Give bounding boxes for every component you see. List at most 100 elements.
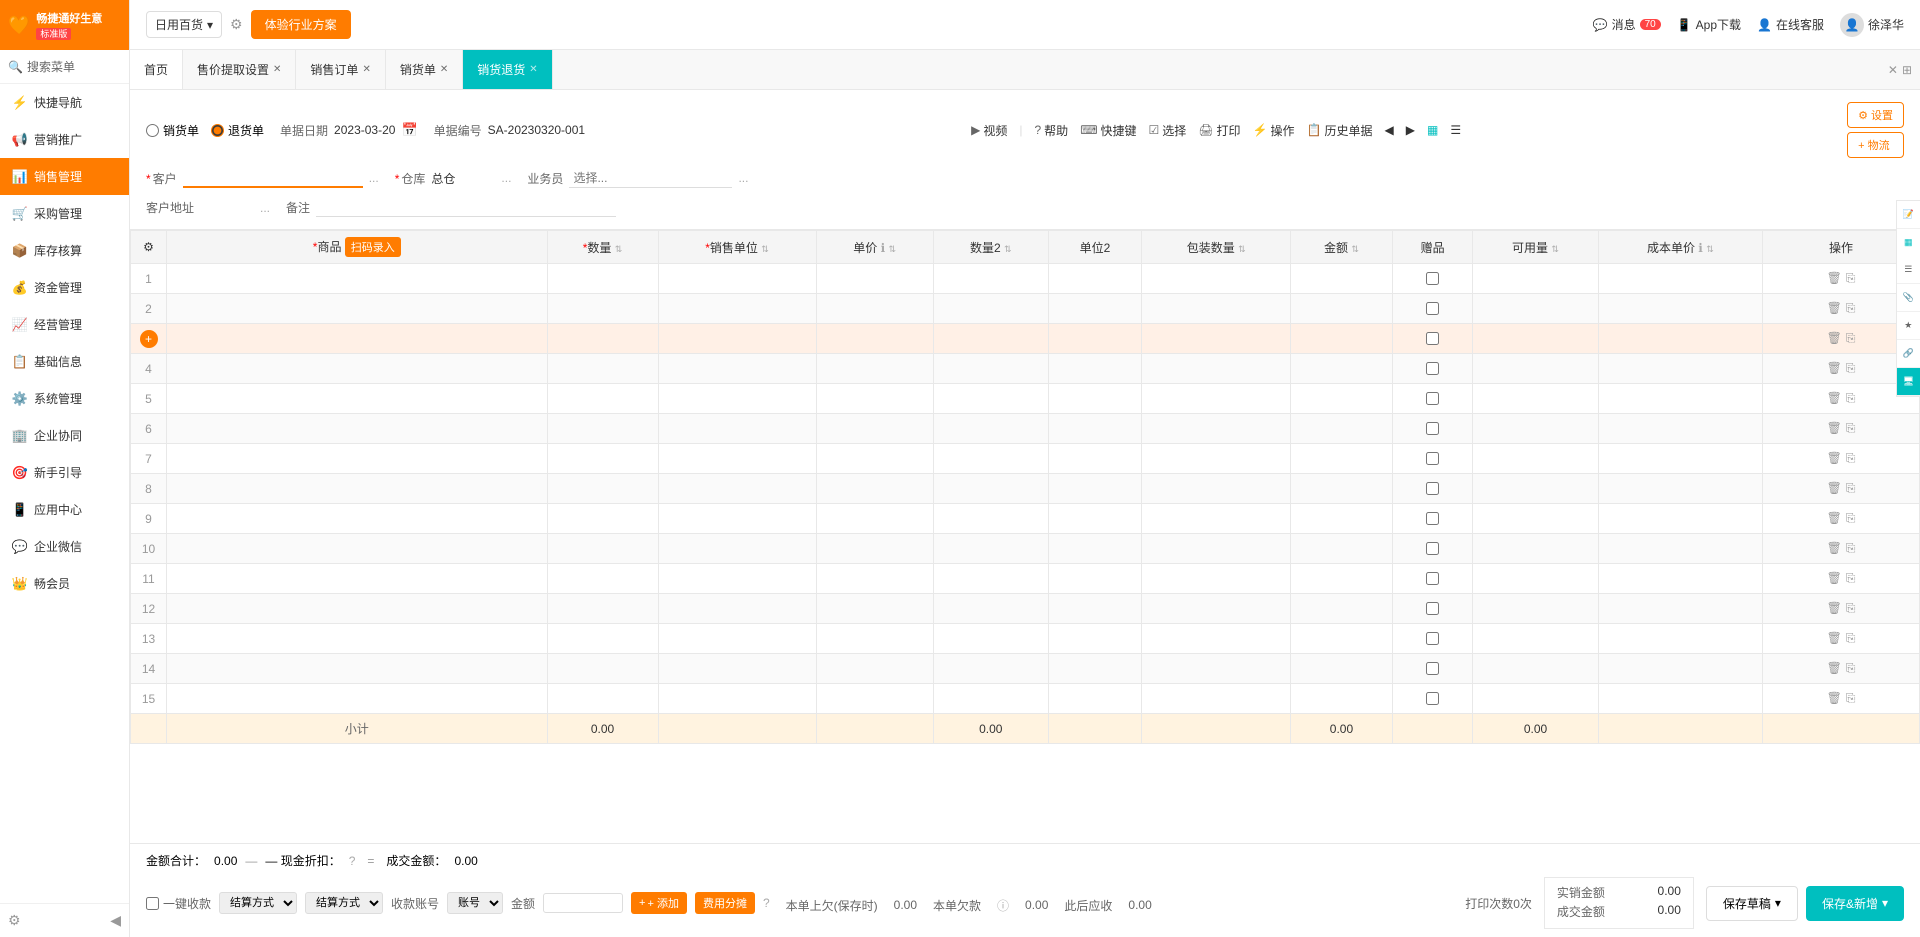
qty-cell-1[interactable] bbox=[547, 264, 658, 294]
sidebar-search[interactable]: 🔍 搜索菜单 bbox=[0, 50, 129, 84]
gift-cell-new[interactable] bbox=[1392, 324, 1472, 354]
delete-row-9-icon[interactable]: 🗑 bbox=[1827, 511, 1842, 526]
add-payment-btn[interactable]: + + 添加 bbox=[631, 892, 687, 914]
product-cell-new[interactable] bbox=[167, 324, 548, 354]
app-download-btn[interactable]: 📱 App下载 bbox=[1677, 16, 1741, 33]
logistics-btn[interactable]: + 物流 bbox=[1847, 132, 1904, 158]
customer-more-icon[interactable]: ... bbox=[369, 171, 379, 185]
topbar-gear-icon[interactable]: ⚙ bbox=[230, 16, 243, 33]
qty2-cell-new[interactable] bbox=[933, 324, 1048, 354]
unit-cell-2[interactable] bbox=[658, 294, 816, 324]
product-cell-1[interactable] bbox=[167, 264, 548, 294]
return-radio[interactable]: 退货单 bbox=[211, 122, 264, 139]
copy-row-10-icon[interactable]: ⎘ bbox=[1846, 541, 1856, 556]
add-row-icon[interactable]: + bbox=[140, 330, 158, 348]
cost-cell-2[interactable] bbox=[1598, 294, 1762, 324]
settings-bottom-icon[interactable]: ⚙ bbox=[8, 912, 21, 929]
save-new-btn[interactable]: 保存&新增 ▾ bbox=[1806, 886, 1904, 921]
toolbar-select[interactable]: ☑ 选择 bbox=[1149, 122, 1187, 139]
close-all-tabs-icon[interactable]: ✕ bbox=[1888, 63, 1898, 77]
gift-cell-1[interactable] bbox=[1392, 264, 1472, 294]
pkg-cell-1[interactable] bbox=[1142, 264, 1291, 294]
save-draft-btn[interactable]: 保存草稿 ▾ bbox=[1706, 886, 1798, 921]
copy-row-5-icon[interactable]: ⎘ bbox=[1846, 391, 1856, 406]
tab-sale-price[interactable]: 售价提取设置 ✕ bbox=[183, 50, 296, 89]
delete-row-15-icon[interactable]: 🗑 bbox=[1827, 691, 1842, 706]
price-cell-1[interactable] bbox=[816, 264, 933, 294]
product-cell-2[interactable] bbox=[167, 294, 548, 324]
tab-close-sale-return[interactable]: ✕ bbox=[529, 64, 537, 75]
copy-row-12-icon[interactable]: ⎘ bbox=[1846, 601, 1856, 616]
right-icon-table[interactable]: ▦ bbox=[1897, 229, 1920, 256]
toolbar-list-view[interactable]: ☰ bbox=[1450, 123, 1461, 137]
right-icon-link[interactable]: 🔗 bbox=[1897, 340, 1920, 368]
sidebar-item-operation[interactable]: 📈 经营管理 bbox=[0, 306, 129, 343]
qty-cell-2[interactable] bbox=[547, 294, 658, 324]
tab-sale-delivery[interactable]: 销货单 ✕ bbox=[386, 50, 463, 89]
delete-row-12-icon[interactable]: 🗑 bbox=[1827, 601, 1842, 616]
calendar-icon[interactable]: 📅 bbox=[401, 122, 417, 138]
col-settings-icon[interactable]: ⚙ bbox=[143, 240, 154, 254]
pkg-cell-2[interactable] bbox=[1142, 294, 1291, 324]
toolbar-video[interactable]: ▶ 视频 bbox=[971, 122, 1007, 139]
right-icon-list[interactable]: ☰ bbox=[1897, 256, 1920, 284]
delete-row-8-icon[interactable]: 🗑 bbox=[1827, 481, 1842, 496]
tab-close-sale-delivery[interactable]: ✕ bbox=[440, 64, 448, 75]
message-btn[interactable]: 💬 消息 70 bbox=[1593, 16, 1661, 33]
sidebar-item-basic[interactable]: 📋 基础信息 bbox=[0, 343, 129, 380]
delete-row-4-icon[interactable]: 🗑 bbox=[1827, 361, 1842, 376]
sidebar-item-sales[interactable]: 📊 销售管理 bbox=[0, 158, 129, 195]
amount-cell-2[interactable] bbox=[1291, 294, 1393, 324]
copy-row-6-icon[interactable]: ⎘ bbox=[1846, 421, 1856, 436]
qty-cell-new[interactable] bbox=[547, 324, 658, 354]
toolbar-nav-prev[interactable]: ◀ bbox=[1385, 123, 1394, 137]
expand-tabs-icon[interactable]: ⊞ bbox=[1902, 63, 1912, 77]
sidebar-item-finance[interactable]: 💰 资金管理 bbox=[0, 269, 129, 306]
pkg-cell-new[interactable] bbox=[1142, 324, 1291, 354]
copy-row-11-icon[interactable]: ⎘ bbox=[1846, 571, 1856, 586]
sidebar-item-appstore[interactable]: 📱 应用中心 bbox=[0, 491, 129, 528]
toolbar-history[interactable]: 📋 历史单据 bbox=[1307, 122, 1373, 139]
row-add-btn[interactable]: + bbox=[131, 324, 167, 354]
unit2-cell-2[interactable] bbox=[1048, 294, 1142, 324]
user-menu[interactable]: 👤 徐泽华 bbox=[1840, 13, 1904, 37]
one-click-pay-check[interactable]: 一键收款 bbox=[146, 895, 211, 912]
toolbar-help[interactable]: ? 帮助 bbox=[1034, 122, 1068, 139]
sidebar-item-inventory[interactable]: 📦 库存核算 bbox=[0, 232, 129, 269]
copy-row-9-icon[interactable]: ⎘ bbox=[1846, 511, 1856, 526]
copy-row-13-icon[interactable]: ⎘ bbox=[1846, 631, 1856, 646]
delete-row-14-icon[interactable]: 🗑 bbox=[1827, 661, 1842, 676]
delete-row-11-icon[interactable]: 🗑 bbox=[1827, 571, 1842, 586]
account-select[interactable]: 账号 bbox=[447, 892, 503, 914]
unit2-cell-new[interactable] bbox=[1048, 324, 1142, 354]
sidebar-item-member[interactable]: 👑 畅会员 bbox=[0, 565, 129, 602]
copy-row-8-icon[interactable]: ⎘ bbox=[1846, 481, 1856, 496]
tab-close-sale-order[interactable]: ✕ bbox=[362, 64, 370, 75]
unit-cell-new[interactable] bbox=[658, 324, 816, 354]
right-icon-monitor[interactable]: 🖥 bbox=[1897, 368, 1920, 396]
copy-row-1-icon[interactable]: ⎘ bbox=[1846, 271, 1856, 286]
sidebar-item-enterprise[interactable]: 🏢 企业协同 bbox=[0, 417, 129, 454]
col-settings[interactable]: ⚙ bbox=[131, 231, 167, 264]
cost-cell-new[interactable] bbox=[1598, 324, 1762, 354]
toolbar-nav-next[interactable]: ▶ bbox=[1406, 123, 1415, 137]
cost-cell-1[interactable] bbox=[1598, 264, 1762, 294]
tab-sale-order[interactable]: 销售订单 ✕ bbox=[296, 50, 385, 89]
delete-row-6-icon[interactable]: 🗑 bbox=[1827, 421, 1842, 436]
warehouse-more-icon[interactable]: ... bbox=[501, 171, 511, 185]
sidebar-item-wechat[interactable]: 💬 企业微信 bbox=[0, 528, 129, 565]
salesperson-input[interactable] bbox=[569, 169, 732, 188]
avail-cell-1[interactable] bbox=[1473, 264, 1598, 294]
avail-cell-2[interactable] bbox=[1473, 294, 1598, 324]
customer-input[interactable] bbox=[183, 168, 363, 188]
collapse-icon[interactable]: ◀ bbox=[110, 912, 121, 929]
delete-row-13-icon[interactable]: 🗑 bbox=[1827, 631, 1842, 646]
delete-row-5-icon[interactable]: 🗑 bbox=[1827, 391, 1842, 406]
toolbar-shortcut[interactable]: ⌨ 快捷键 bbox=[1080, 122, 1136, 139]
delete-row-1-icon[interactable]: 🗑 bbox=[1827, 271, 1842, 286]
tab-close-sale-price[interactable]: ✕ bbox=[273, 64, 281, 75]
copy-row-7-icon[interactable]: ⎘ bbox=[1846, 451, 1856, 466]
qty2-cell-1[interactable] bbox=[933, 264, 1048, 294]
gift-cell-2[interactable] bbox=[1392, 294, 1472, 324]
copy-row-15-icon[interactable]: ⎘ bbox=[1846, 691, 1856, 706]
